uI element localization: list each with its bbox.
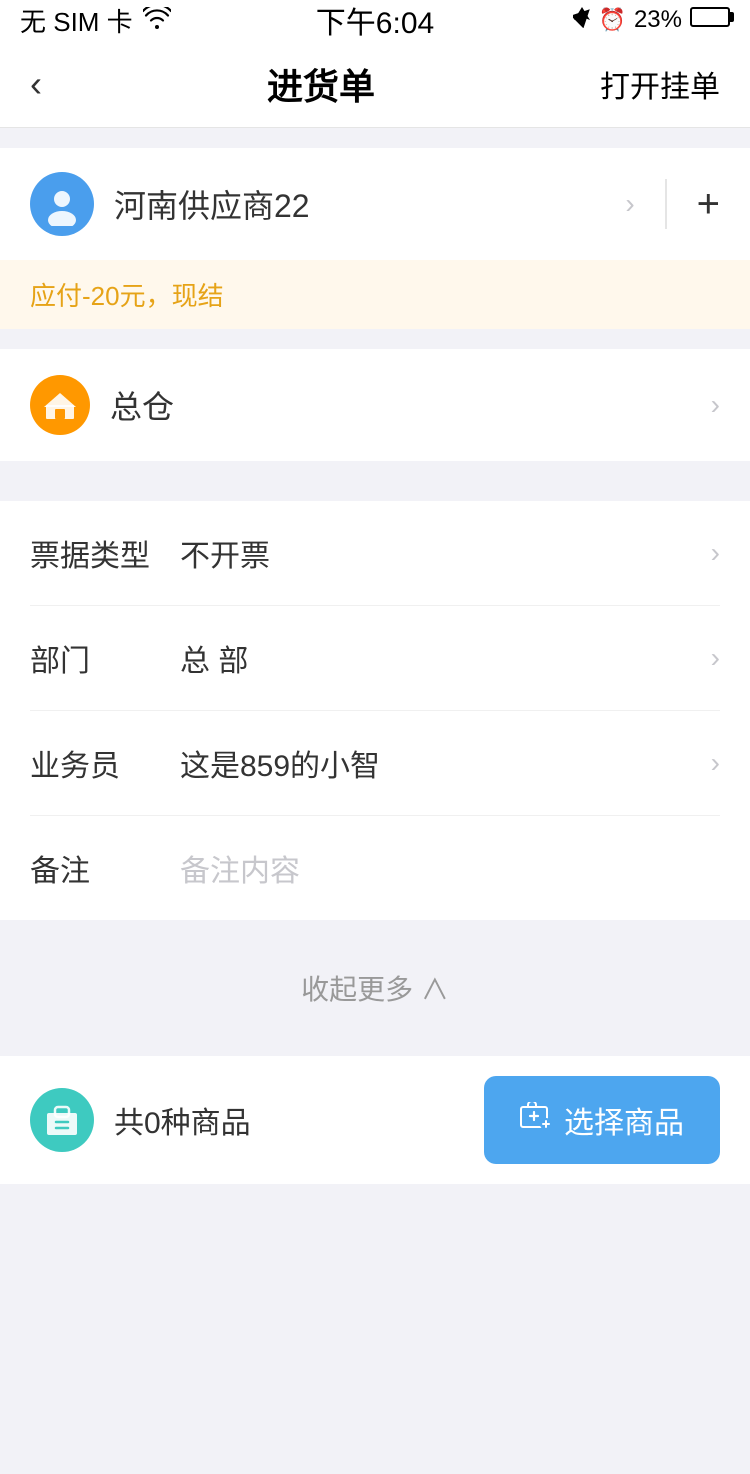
open-pending-button[interactable]: 打开挂单 [600,62,720,106]
warehouse-section: 总仓 › [0,349,750,461]
supplier-divider [665,179,667,229]
invoice-chevron-icon: › [711,537,720,569]
section-gap-1 [0,128,750,148]
dept-chevron-icon: › [711,642,720,674]
remark-row[interactable]: 备注 备注内容 [0,816,750,920]
form-section: 票据类型 不开票 › 部门 总 部 › 业务员 这是859的小智 › 备注 备注… [0,501,750,920]
status-time: 下午6:04 [316,0,434,42]
product-icon [30,1088,94,1152]
product-count: 共0种商品 [114,1098,464,1142]
select-btn-label: 选择商品 [564,1098,684,1142]
location-icon [573,6,591,35]
background-fill [0,1184,750,1474]
salesman-label: 业务员 [30,741,160,785]
notice-banner: 应付-20元，现结 [0,260,750,329]
warehouse-name: 总仓 [110,382,711,428]
salesman-value: 这是859的小智 [160,741,711,785]
supplier-row[interactable]: 河南供应商22 › + [0,148,750,260]
invoice-row[interactable]: 票据类型 不开票 › [0,501,750,605]
add-supplier-icon[interactable]: + [697,182,720,227]
section-gap-2 [0,329,750,349]
remark-input[interactable]: 备注内容 [160,846,720,890]
invoice-label: 票据类型 [30,531,160,575]
warehouse-chevron-icon: › [711,389,720,421]
battery-percent: 23% [634,6,682,34]
status-bar: 无 SIM 卡 下午6:04 ⏰ 23% [0,0,750,40]
invoice-value: 不开票 [160,531,711,575]
supplier-section: 河南供应商22 › + 应付-20元，现结 [0,148,750,329]
dept-value: 总 部 [160,636,711,680]
dept-label: 部门 [30,636,160,680]
page-title: 进货单 [267,58,375,110]
supplier-chevron-icon: › [625,188,634,220]
wifi-icon [143,5,171,36]
collapse-button[interactable]: 收起更多 ∧ [0,940,750,1036]
warehouse-row[interactable]: 总仓 › [0,349,750,461]
status-left: 无 SIM 卡 [20,2,171,39]
section-gap-3 [0,461,750,481]
salesman-chevron-icon: › [711,747,720,779]
back-button[interactable]: ‹ [30,63,42,105]
bottom-bar: 共0种商品 选择商品 [0,1056,750,1184]
status-right: ⏰ 23% [573,6,730,35]
select-btn-icon [520,1102,552,1138]
alarm-icon: ⏰ [599,7,626,33]
department-row[interactable]: 部门 总 部 › [0,606,750,710]
supplier-name: 河南供应商22 [114,181,625,227]
warehouse-icon [30,375,90,435]
supplier-avatar [30,172,94,236]
remark-label: 备注 [30,846,160,890]
salesman-row[interactable]: 业务员 这是859的小智 › [0,711,750,815]
nav-bar: ‹ 进货单 打开挂单 [0,40,750,128]
carrier-text: 无 SIM 卡 [20,2,133,39]
battery-icon [690,6,730,34]
select-product-button[interactable]: 选择商品 [484,1076,720,1164]
supplier-row-right: › + [625,179,720,229]
